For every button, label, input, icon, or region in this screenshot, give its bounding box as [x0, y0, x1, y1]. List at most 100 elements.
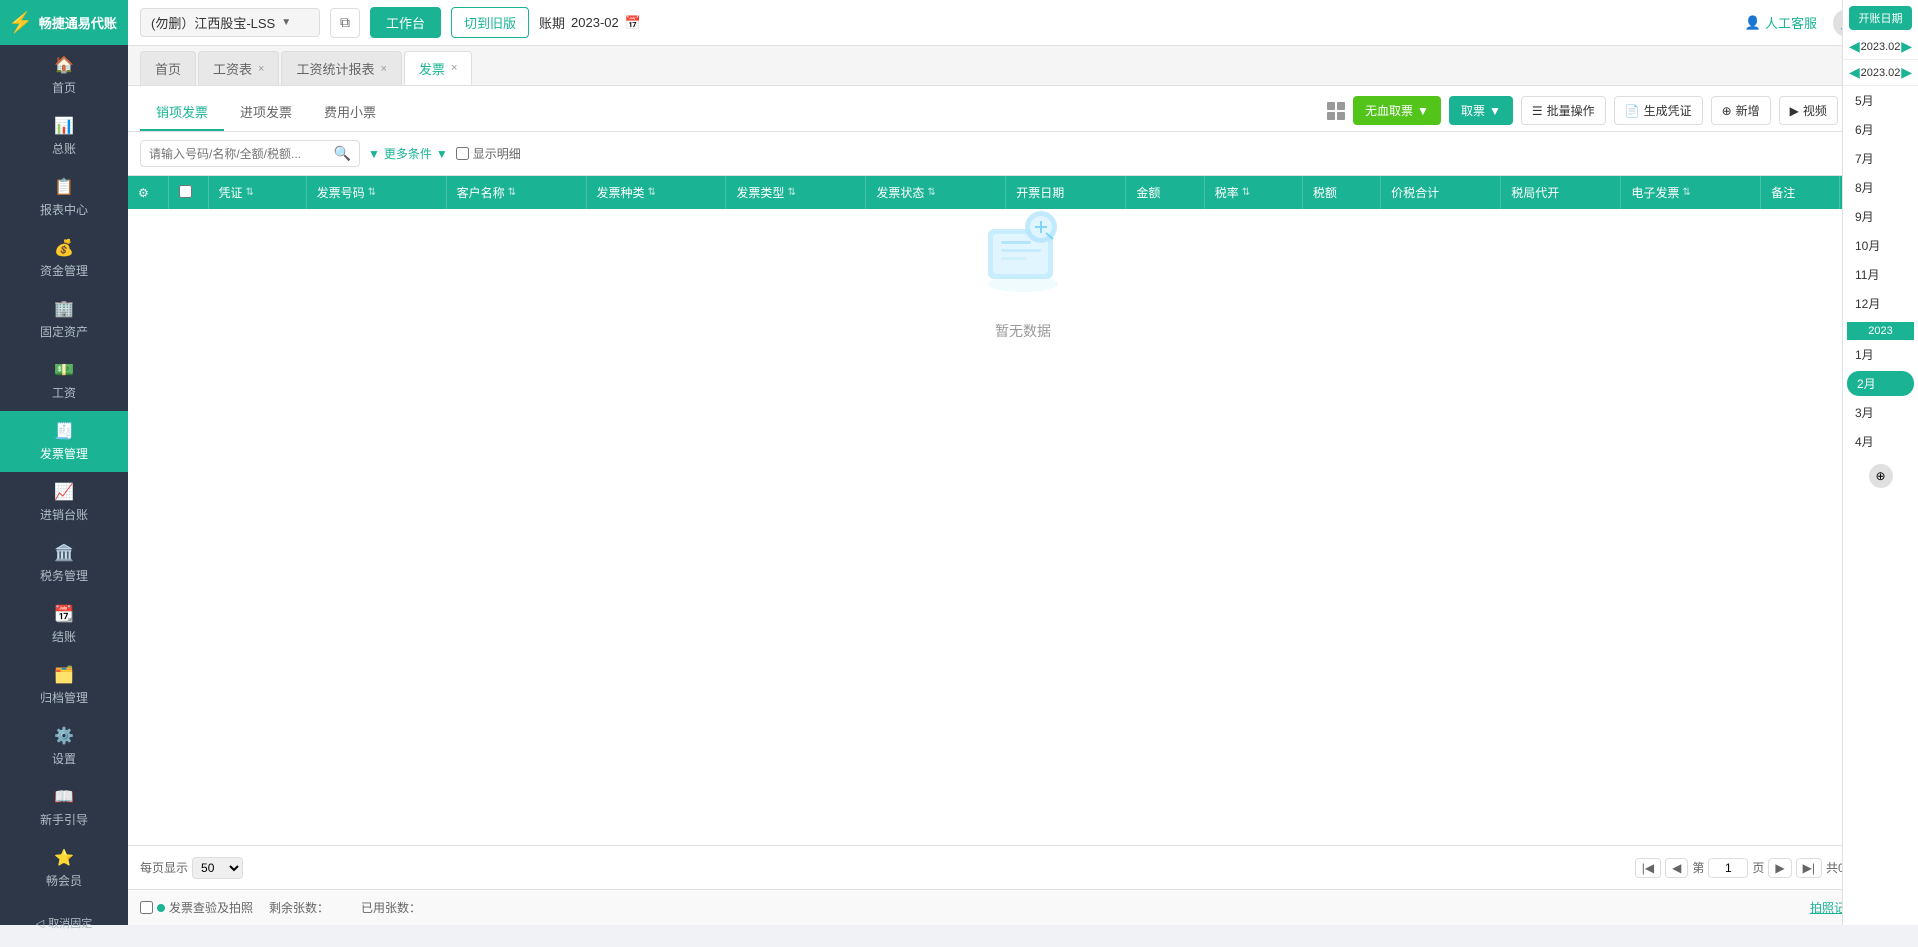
last-page-button[interactable]: ▶| [1796, 858, 1822, 878]
sidebar-item-funds[interactable]: 💰 资金管理 [0, 228, 128, 289]
batch-ops-button[interactable]: ☰ 批量操作 [1521, 96, 1606, 125]
sidebar-item-membership[interactable]: ⭐ 畅会员 [0, 838, 128, 899]
check-label: 发票查验及拍照 [169, 899, 253, 916]
page-input[interactable] [1708, 858, 1748, 878]
archive-icon: 🗂️ [54, 665, 74, 685]
search-icon[interactable]: 🔍 [334, 145, 351, 162]
open-period-button[interactable]: 开账日期 [1849, 6, 1912, 30]
sidebar-item-label: 工资 [52, 384, 76, 401]
sort-icon: ⇅ [648, 187, 656, 198]
sidebar-item-close[interactable]: 📆 结账 [0, 594, 128, 655]
invoice-icon: 🧾 [54, 421, 74, 441]
sidebar-item-fixed-assets[interactable]: 🏢 固定资产 [0, 289, 128, 350]
generate-voucher-button[interactable]: 📄 生成凭证 [1614, 96, 1703, 125]
month-item-12[interactable]: 12月 [1843, 289, 1918, 318]
workbench-button[interactable]: 工作台 [370, 7, 441, 38]
month-item-2023-1[interactable]: 1月 [1843, 340, 1918, 369]
sidebar-item-label: 税务管理 [40, 567, 88, 584]
copy-button[interactable]: ⧉ [330, 8, 360, 38]
date-prev-button-2[interactable]: ◀ [1849, 64, 1860, 81]
video-button[interactable]: ▶ 视频 [1779, 96, 1838, 125]
tab-home[interactable]: 首页 [140, 51, 196, 85]
sidebar-item-settings[interactable]: ⚙️ 设置 [0, 716, 128, 777]
table-container: ⚙ 凭证 ⇅ 发票号码 [128, 176, 1918, 845]
sort-icon: ⇅ [246, 187, 254, 198]
show-detail-checkbox[interactable] [456, 147, 469, 160]
new-button[interactable]: ⊕ 新增 [1711, 96, 1771, 125]
subtab-expense-receipt[interactable]: 费用小票 [308, 94, 392, 131]
customer-service-btn[interactable]: 👤 人工客服 [1745, 13, 1817, 32]
sidebar-item-sales-ledger[interactable]: 📈 进销台账 [0, 472, 128, 533]
app-logo: ⚡ 畅捷通易代账 [0, 0, 128, 45]
month-item-8[interactable]: 8月 [1843, 173, 1918, 202]
filter-arrow-icon: ▼ [436, 147, 448, 161]
subtab-purchase-invoice[interactable]: 进项发票 [224, 94, 308, 131]
subtab-purchase-label: 进项发票 [240, 105, 292, 120]
invoice-check-section: 发票查验及拍照 [140, 899, 253, 916]
date-bottom-icon[interactable]: ⊕ [1869, 464, 1893, 488]
month-item-9[interactable]: 9月 [1843, 202, 1918, 231]
search-input[interactable] [149, 147, 328, 161]
tab-payroll-stats-close[interactable]: × [380, 63, 386, 75]
next-page-button[interactable]: ▶ [1768, 858, 1791, 878]
sidebar-item-archive[interactable]: 🗂️ 归档管理 [0, 655, 128, 716]
page-unit-label: 页 [1752, 859, 1764, 876]
th-amount: 金额 [1126, 176, 1204, 209]
month-item-11[interactable]: 11月 [1843, 260, 1918, 289]
month-item-2023-2[interactable]: 2月 [1847, 371, 1914, 396]
first-page-button[interactable]: |◀ [1635, 858, 1661, 878]
tab-invoice-close[interactable]: × [451, 62, 457, 74]
subtab-sales-invoice[interactable]: 销项发票 [140, 94, 224, 131]
tab-payroll-stats[interactable]: 工资统计报表 × [281, 51, 401, 85]
video-label: 视频 [1803, 102, 1827, 119]
date-prev-button-1[interactable]: ◀ [1849, 38, 1860, 55]
date-next-button-1[interactable]: ▶ [1901, 38, 1912, 55]
th-invoice-status: 发票状态 ⇅ [866, 176, 1006, 209]
settings-icon[interactable]: ⚙ [138, 186, 149, 200]
select-all-checkbox[interactable] [179, 185, 192, 198]
sidebar-item-payroll[interactable]: 💵 工资 [0, 350, 128, 411]
month-item-5[interactable]: 5月 [1843, 86, 1918, 115]
per-page-label: 每页显示 [140, 859, 188, 876]
sidebar-item-general-ledger[interactable]: 📊 总账 [0, 106, 128, 167]
sidebar-bottom: ◁ 取消固定 [0, 899, 128, 947]
sidebar-item-invoice-mgmt[interactable]: 🧾 发票管理 [0, 411, 128, 472]
switch-version-button[interactable]: 切到旧版 [451, 7, 529, 38]
per-page-select[interactable]: 50 100 200 [192, 857, 243, 879]
company-selector[interactable]: (勿删）江西股宝-LSS ▼ [140, 8, 320, 37]
sidebar-item-home[interactable]: 🏠 首页 [0, 45, 128, 106]
sidebar-item-label: 发票管理 [40, 445, 88, 462]
tab-invoice[interactable]: 发票 × [404, 51, 472, 85]
sort-icon: ⇅ [368, 187, 376, 198]
dropdown-arrow-icon: ▼ [281, 17, 291, 28]
sidebar-collapse-btn[interactable]: ◁ 取消固定 [4, 907, 124, 939]
guide-icon: 📖 [54, 787, 74, 807]
month-item-10[interactable]: 10月 [1843, 231, 1918, 260]
sidebar-item-guide[interactable]: 📖 新手引导 [0, 777, 128, 838]
more-filter-button[interactable]: ▼ 更多条件 ▼ [368, 145, 448, 162]
tab-payroll-label: 工资表 [213, 59, 252, 78]
per-page-selector: 每页显示 50 100 200 [140, 857, 243, 879]
month-item-6[interactable]: 6月 [1843, 115, 1918, 144]
sidebar-item-tax-mgmt[interactable]: 🏛️ 税务管理 [0, 533, 128, 594]
sidebar-item-reports[interactable]: 📋 报表中心 [0, 167, 128, 228]
tab-payroll[interactable]: 工资表 × [198, 51, 279, 85]
prev-page-button[interactable]: ◀ [1665, 858, 1688, 878]
date-next-button-2[interactable]: ▶ [1901, 64, 1912, 81]
tab-payroll-close[interactable]: × [258, 63, 264, 75]
month-item-7[interactable]: 7月 [1843, 144, 1918, 173]
member-icon: ⭐ [54, 848, 74, 868]
show-detail-checkbox-label[interactable]: 显示明细 [456, 145, 521, 162]
filter-label: 更多条件 [384, 145, 432, 162]
no-draw-ticket-button[interactable]: 无血取票 ▼ [1353, 96, 1441, 125]
draw-ticket-button[interactable]: 取票 ▼ [1449, 96, 1513, 125]
month-item-2023-4[interactable]: 4月 [1843, 427, 1918, 456]
ledger-icon: 📊 [54, 116, 74, 136]
no-draw-ticket-label: 无血取票 [1365, 102, 1413, 119]
report-icon: 📋 [54, 177, 74, 197]
tab-bar: 首页 工资表 × 工资统计报表 × 发票 × [128, 46, 1918, 86]
grid-view-icon[interactable] [1327, 102, 1345, 120]
th-settings: ⚙ [128, 176, 168, 209]
month-item-2023-3[interactable]: 3月 [1843, 398, 1918, 427]
invoice-check-checkbox[interactable] [140, 901, 153, 914]
